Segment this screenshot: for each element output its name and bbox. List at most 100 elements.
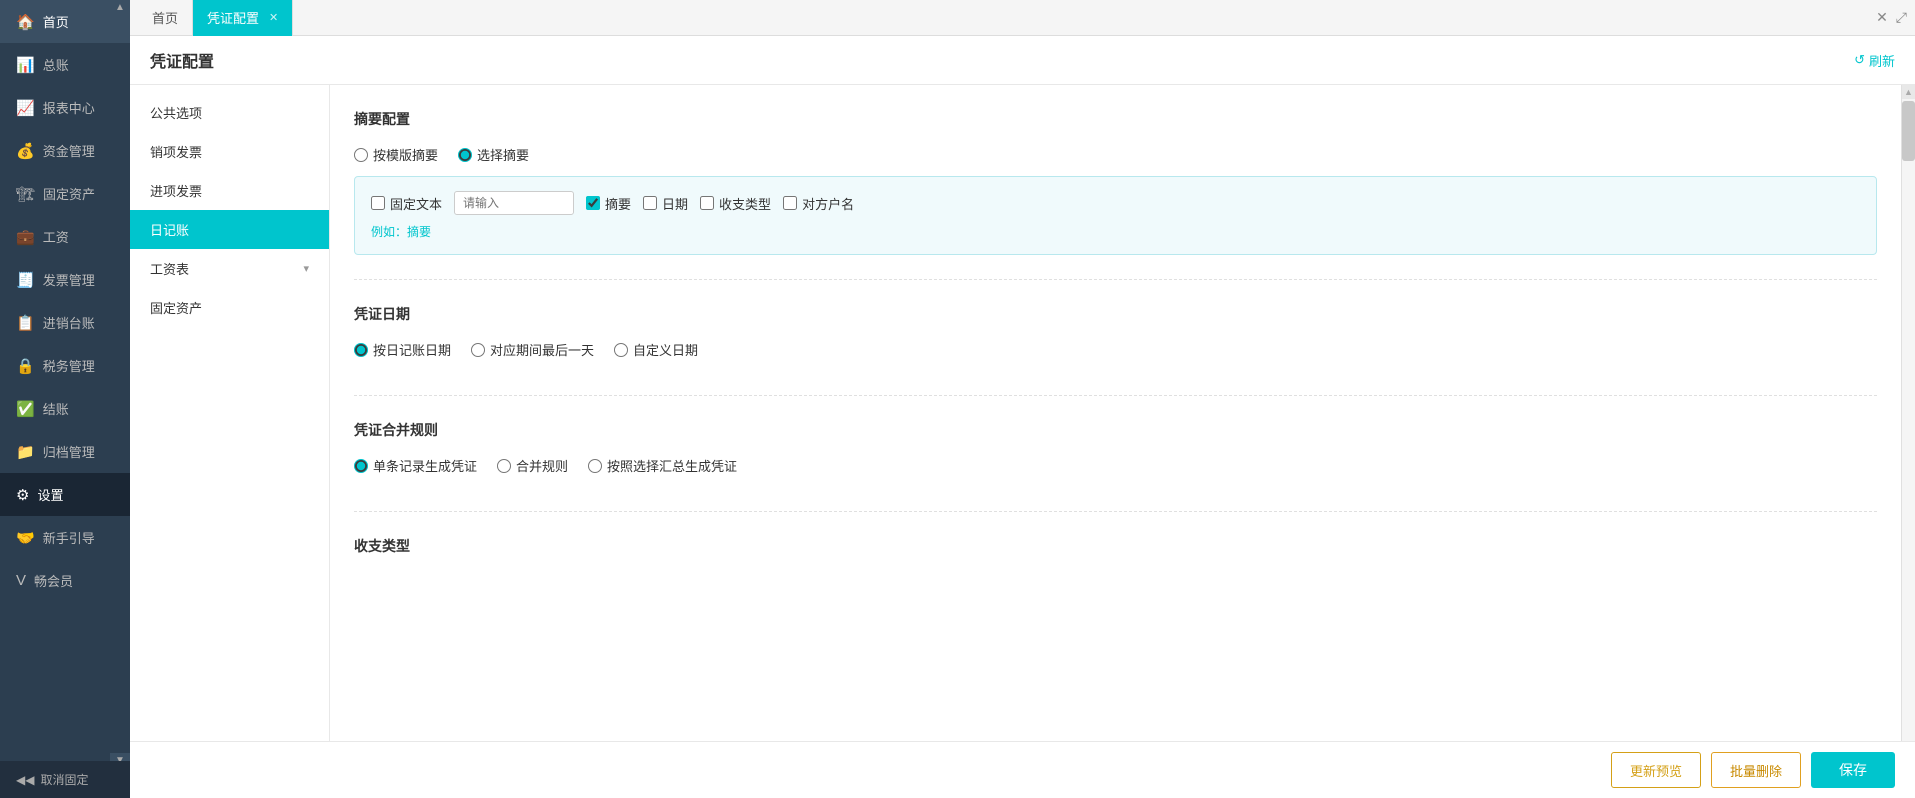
radio-template-abstract-input[interactable] — [354, 148, 368, 162]
radio-by-journal-date[interactable]: 按日记账日期 — [354, 340, 451, 359]
sidebar-item-label: 首页 — [43, 12, 69, 31]
radio-by-selection-input[interactable] — [588, 459, 602, 473]
sidebar-item-label: 资金管理 — [43, 141, 95, 160]
sidebar-item-label: 报表中心 — [43, 98, 95, 117]
sidebar-item-ledger[interactable]: 📊 总账 — [0, 43, 130, 86]
radio-by-selection[interactable]: 按照选择汇总生成凭证 — [588, 456, 737, 475]
checkbox-counterpart-input[interactable] — [783, 196, 797, 210]
sidebar-item-label: 进销台账 — [43, 313, 95, 332]
refresh-label: 刷新 — [1869, 51, 1895, 70]
section-income-type-title: 收支类型 — [354, 536, 1877, 556]
save-button[interactable]: 保存 — [1811, 752, 1895, 788]
report-icon: 📈 — [16, 99, 35, 117]
refresh-button[interactable]: ↺ 刷新 — [1854, 51, 1895, 70]
invoice-mgmt-icon: 🧾 — [16, 271, 35, 289]
tab-home[interactable]: 首页 — [138, 0, 193, 36]
checkbox-fixed-text[interactable]: 固定文本 — [371, 194, 442, 213]
radio-custom-date-input[interactable] — [614, 343, 628, 357]
sidebar-item-label: 设置 — [37, 485, 63, 504]
abstract-example-text: 例如：摘要 — [371, 223, 1860, 240]
left-nav-payroll-sheet[interactable]: 工资表 ▾ — [130, 249, 329, 288]
sidebar-item-label: 工资 — [43, 227, 69, 246]
checkbox-abstract-label: 摘要 — [605, 194, 631, 213]
checkbox-fixed-text-input[interactable] — [371, 196, 385, 210]
abstract-checkbox-row: 固定文本 摘要 日期 — [371, 191, 1860, 215]
settlement-icon: ✅ — [16, 400, 35, 418]
radio-by-journal-date-label: 按日记账日期 — [373, 340, 451, 359]
radio-last-day[interactable]: 对应期间最后一天 — [471, 340, 594, 359]
refresh-icon: ↺ — [1854, 52, 1865, 68]
section-voucher-date-title: 凭证日期 — [354, 304, 1877, 324]
checkbox-abstract-input[interactable] — [586, 196, 600, 210]
tab-voucher[interactable]: 凭证配置 ✕ — [193, 0, 293, 36]
sidebar-unpin-button[interactable]: ◀◀ 取消固定 — [0, 761, 130, 798]
sidebar-scroll-up[interactable]: ▲ — [110, 0, 130, 15]
left-nav-sales-invoice-label: 销项发票 — [150, 142, 202, 161]
radio-select-abstract-input[interactable] — [458, 148, 472, 162]
checkbox-counterpart[interactable]: 对方户名 — [783, 194, 854, 213]
sidebar-item-archive[interactable]: 📁 归档管理 — [0, 430, 130, 473]
fixed-text-input[interactable] — [454, 191, 574, 215]
radio-last-day-input[interactable] — [471, 343, 485, 357]
radio-merge[interactable]: 合并规则 — [497, 456, 568, 475]
sidebar-item-tax[interactable]: 🔒 税务管理 — [0, 344, 130, 387]
sidebar-item-sales-ledger[interactable]: 📋 进销台账 — [0, 301, 130, 344]
section-merge-rule-title: 凭证合并规则 — [354, 420, 1877, 440]
radio-single-input[interactable] — [354, 459, 368, 473]
window-close-btn[interactable]: ✕ — [1876, 9, 1888, 26]
window-controls: ✕ ⤢ — [1876, 9, 1907, 26]
sidebar-item-fund[interactable]: 💰 资金管理 — [0, 129, 130, 172]
sidebar-item-fixed-assets[interactable]: 🏗 固定资产 — [0, 172, 130, 215]
sidebar-item-label: 新手引导 — [43, 528, 95, 547]
tab-close-icon[interactable]: ✕ — [269, 11, 278, 24]
radio-single[interactable]: 单条记录生成凭证 — [354, 456, 477, 475]
left-nav-public[interactable]: 公共选项 — [130, 93, 329, 132]
ledger-icon: 📊 — [16, 56, 35, 74]
checkbox-date-label: 日期 — [662, 194, 688, 213]
radio-single-label: 单条记录生成凭证 — [373, 456, 477, 475]
left-nav: 公共选项 销项发票 进项发票 日记账 工资表 ▾ 固定资产 — [130, 85, 330, 741]
sidebar-item-invoice-mgmt[interactable]: 🧾 发票管理 — [0, 258, 130, 301]
sidebar-item-guide[interactable]: 🤝 新手引导 — [0, 516, 130, 559]
checkbox-abstract[interactable]: 摘要 — [586, 194, 631, 213]
sidebar-item-settings[interactable]: ⚙ 设置 — [0, 473, 130, 516]
radio-last-day-label: 对应期间最后一天 — [490, 340, 594, 359]
sidebar-item-settlement[interactable]: ✅ 结账 — [0, 387, 130, 430]
radio-select-abstract[interactable]: 选择摘要 — [458, 145, 529, 164]
sidebar-item-label: 固定资产 — [43, 184, 95, 203]
sidebar-item-vip[interactable]: V 畅会员 — [0, 559, 130, 602]
left-nav-purchase-invoice[interactable]: 进项发票 — [130, 171, 329, 210]
scroll-track: ▲ — [1901, 85, 1915, 741]
checkbox-income-type-label: 收支类型 — [719, 194, 771, 213]
scroll-thumb[interactable] — [1902, 101, 1915, 161]
payroll-icon: 💼 — [16, 228, 35, 246]
chevron-down-icon: ▾ — [303, 262, 309, 275]
checkbox-counterpart-label: 对方户名 — [802, 194, 854, 213]
section-income-type: 收支类型 — [354, 536, 1877, 596]
left-nav-sales-invoice[interactable]: 销项发票 — [130, 132, 329, 171]
checkbox-income-type-input[interactable] — [700, 196, 714, 210]
page-title: 凭证配置 — [150, 48, 214, 72]
update-preview-button[interactable]: 更新预览 — [1611, 752, 1701, 788]
tab-bar: 首页 凭证配置 ✕ ✕ ⤢ — [130, 0, 1915, 36]
sidebar-item-payroll[interactable]: 💼 工资 — [0, 215, 130, 258]
checkbox-income-type[interactable]: 收支类型 — [700, 194, 771, 213]
left-nav-journal[interactable]: 日记账 — [130, 210, 329, 249]
left-nav-fixed-asset[interactable]: 固定资产 — [130, 288, 329, 327]
scroll-up-arrow[interactable]: ▲ — [1902, 85, 1915, 99]
checkbox-fixed-text-label: 固定文本 — [390, 194, 442, 213]
radio-template-abstract[interactable]: 按模版摘要 — [354, 145, 438, 164]
sidebar-item-report[interactable]: 📈 报表中心 — [0, 86, 130, 129]
section-abstract: 摘要配置 按模版摘要 选择摘要 — [354, 109, 1877, 280]
radio-by-journal-date-input[interactable] — [354, 343, 368, 357]
section-voucher-date: 凭证日期 按日记账日期 对应期间最后一天 — [354, 304, 1877, 396]
radio-merge-input[interactable] — [497, 459, 511, 473]
radio-custom-date[interactable]: 自定义日期 — [614, 340, 698, 359]
window-resize-btn[interactable]: ⤢ — [1896, 9, 1907, 26]
sidebar-item-label: 总账 — [43, 55, 69, 74]
checkbox-date[interactable]: 日期 — [643, 194, 688, 213]
checkbox-date-input[interactable] — [643, 196, 657, 210]
batch-delete-button[interactable]: 批量删除 — [1711, 752, 1801, 788]
left-nav-public-label: 公共选项 — [150, 103, 202, 122]
voucher-date-radio-group: 按日记账日期 对应期间最后一天 自定义日期 — [354, 340, 1877, 359]
